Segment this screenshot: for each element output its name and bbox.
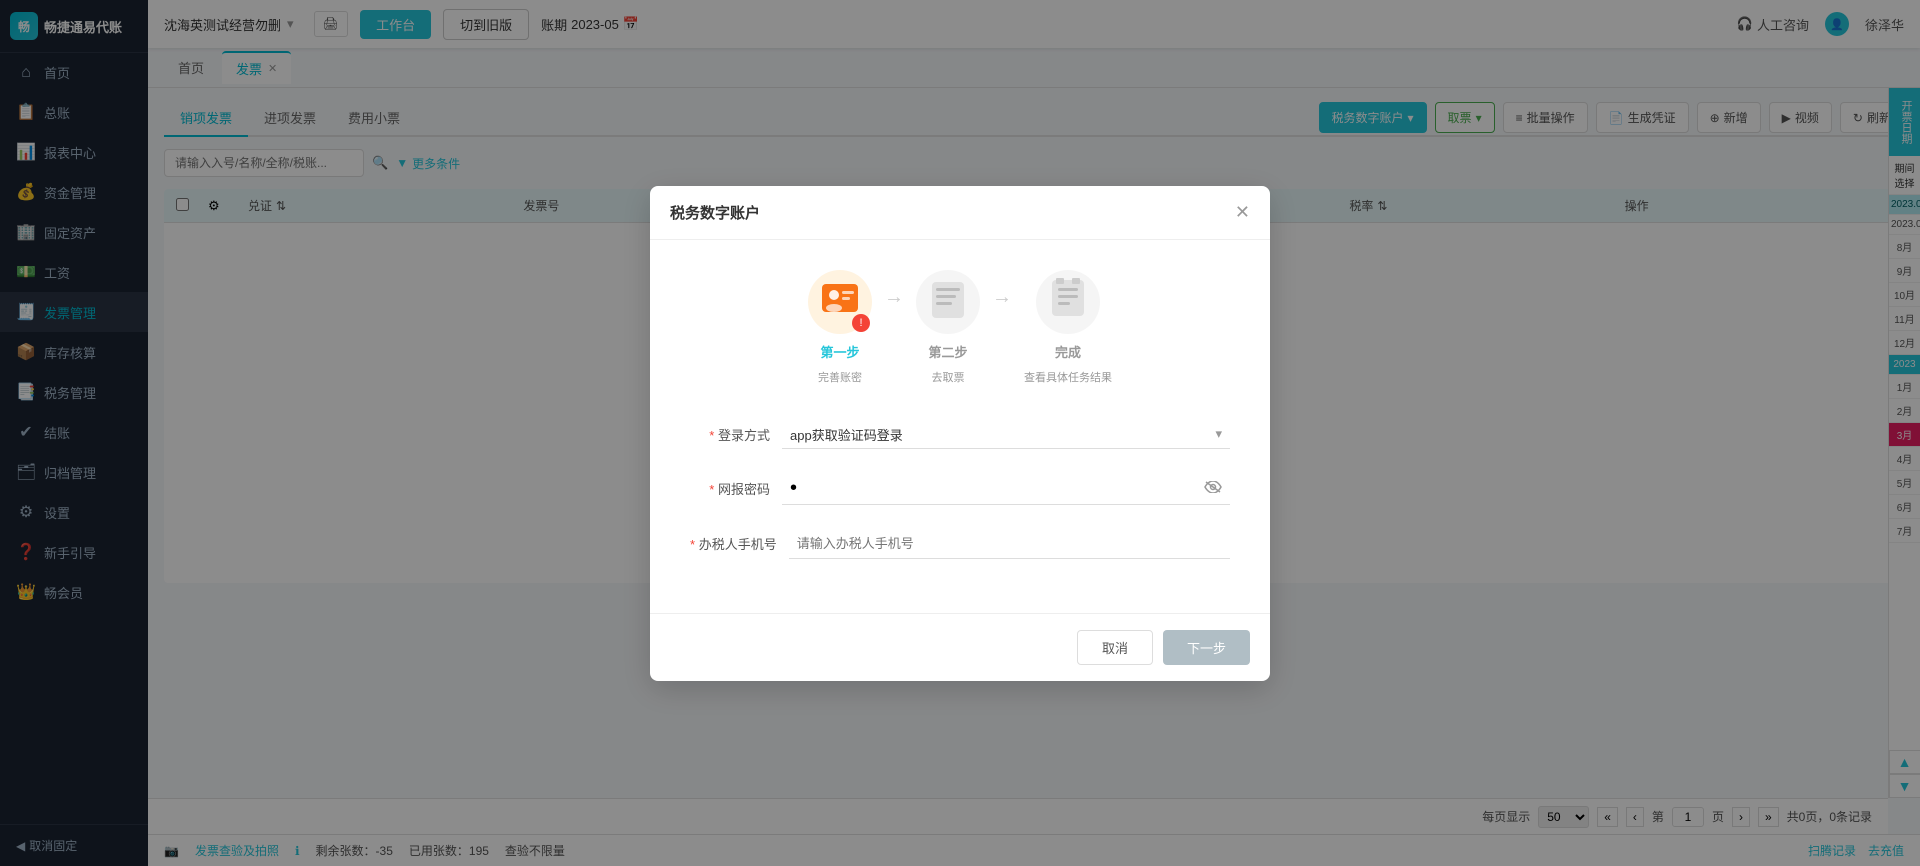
arrow-2-3: → <box>980 286 1024 309</box>
next-button[interactable]: 下一步 <box>1163 630 1250 665</box>
step3-icon-wrap <box>1036 270 1100 334</box>
password-row: * 网报密码 <box>690 473 1230 505</box>
step3-desc: 查看具体任务结果 <box>1024 369 1112 385</box>
required-star-phone: * <box>690 537 695 552</box>
password-input-wrap <box>782 473 1230 505</box>
step2-desc: 去取票 <box>932 369 965 385</box>
step1-label: 第一步 <box>820 342 859 361</box>
phone-label: * 办税人手机号 <box>690 534 777 553</box>
tax-account-modal: 税务数字账户 ✕ <box>650 186 1270 681</box>
step1-badge: ! <box>852 314 870 332</box>
required-star: * <box>709 428 714 443</box>
step2-icon-wrap <box>916 270 980 334</box>
step-2: 第二步 去取票 <box>916 270 980 385</box>
password-input[interactable] <box>782 473 1230 504</box>
login-method-value: app获取验证码登录 <box>790 425 1215 444</box>
login-method-dropdown-icon[interactable]: ▾ <box>1215 426 1222 442</box>
eye-icon[interactable] <box>1204 480 1222 496</box>
required-star-pwd: * <box>709 482 714 497</box>
arrow-1-2: → <box>872 286 916 309</box>
login-method-select-wrap: app获取验证码登录 ▾ <box>782 421 1230 449</box>
modal-header: 税务数字账户 ✕ <box>650 186 1270 240</box>
password-label: * 网报密码 <box>690 479 770 498</box>
cancel-button[interactable]: 取消 <box>1077 630 1153 665</box>
modal-close-button[interactable]: ✕ <box>1235 203 1250 221</box>
step3-icon <box>1048 278 1088 325</box>
step1-desc: 完善账密 <box>818 369 862 385</box>
modal-body: ! 第一步 完善账密 → <box>650 240 1270 613</box>
login-method-row: * 登录方式 app获取验证码登录 ▾ <box>690 421 1230 449</box>
modal-title: 税务数字账户 <box>670 202 760 223</box>
modal-footer: 取消 下一步 <box>650 613 1270 681</box>
step-1: ! 第一步 完善账密 <box>808 270 872 385</box>
login-method-label: * 登录方式 <box>690 425 770 444</box>
phone-input-wrap <box>789 529 1230 559</box>
step2-icon <box>928 278 968 325</box>
phone-input[interactable] <box>789 529 1230 558</box>
phone-row: * 办税人手机号 <box>690 529 1230 559</box>
step-3: 完成 查看具体任务结果 <box>1024 270 1112 385</box>
steps-bar: ! 第一步 完善账密 → <box>690 270 1230 385</box>
step3-label: 完成 <box>1055 342 1081 361</box>
step2-label: 第二步 <box>928 342 967 361</box>
modal-overlay: 税务数字账户 ✕ <box>0 0 1920 866</box>
step1-icon-wrap: ! <box>808 270 872 334</box>
